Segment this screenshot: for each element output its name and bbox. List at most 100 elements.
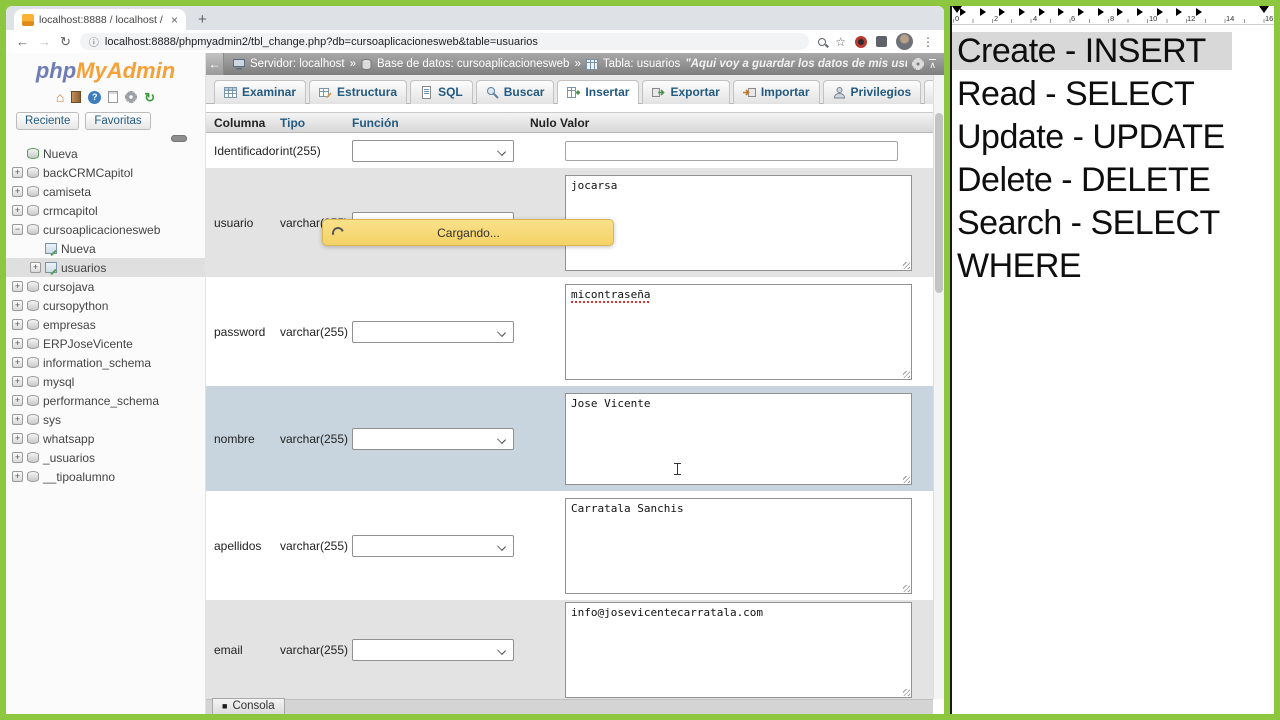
- breadcrumb-database[interactable]: Base de datos: cursoaplicacionesweb: [377, 58, 569, 70]
- tree-item-mysql[interactable]: + mysql: [6, 372, 205, 391]
- database-icon: [27, 395, 39, 406]
- tree-item-crmcapitol[interactable]: + crmcapitol: [6, 201, 205, 220]
- tab-sql[interactable]: SQL: [410, 80, 473, 104]
- value-textarea[interactable]: jocarsa: [565, 174, 912, 271]
- expand-icon[interactable]: +: [12, 452, 23, 463]
- header-tipo[interactable]: Tipo: [280, 116, 352, 130]
- expand-icon[interactable]: +: [12, 167, 23, 178]
- value-textarea[interactable]: micontraseña: [565, 283, 912, 380]
- expand-icon[interactable]: +: [12, 395, 23, 406]
- resize-grip-icon[interactable]: [903, 370, 910, 378]
- function-select[interactable]: [352, 139, 514, 162]
- value-textarea[interactable]: Carratala Sanchis: [565, 497, 912, 594]
- page-info-icon[interactable]: ⓘ: [89, 34, 99, 49]
- back-icon[interactable]: ←: [16, 35, 29, 48]
- note-line: Create - INSERT: [952, 30, 1274, 73]
- browser-menu-icon[interactable]: ⋮: [922, 35, 934, 49]
- expand-icon[interactable]: +: [12, 205, 23, 216]
- profile-avatar[interactable]: [896, 33, 913, 50]
- bookmark-star-icon[interactable]: ☆: [835, 36, 846, 48]
- tab-buscar[interactable]: Buscar: [475, 80, 555, 104]
- tree-item-usuarios[interactable]: + usuarios: [6, 258, 205, 277]
- expand-icon[interactable]: +: [12, 376, 23, 387]
- right-indent-marker[interactable]: [1259, 6, 1269, 13]
- tree-item-cursoaplicacionesweb[interactable]: − cursoaplicacionesweb: [6, 220, 205, 239]
- new-tab-button[interactable]: +: [198, 11, 207, 30]
- recent-button[interactable]: Reciente: [16, 112, 80, 130]
- favorites-button[interactable]: Favoritas: [85, 112, 151, 130]
- expand-icon[interactable]: +: [12, 357, 23, 368]
- home-icon[interactable]: ⌂: [56, 90, 64, 104]
- expand-icon[interactable]: +: [12, 281, 23, 292]
- tree-item-empresas[interactable]: + empresas: [6, 315, 205, 334]
- tree-item-information-schema[interactable]: + information_schema: [6, 353, 205, 372]
- tab-importar[interactable]: Importar: [732, 80, 820, 104]
- expand-icon[interactable]: +: [12, 319, 23, 330]
- forward-icon[interactable]: →: [38, 35, 51, 48]
- expand-icon[interactable]: +: [12, 433, 23, 444]
- tree-item-nueva-db[interactable]: Nueva: [6, 144, 205, 163]
- refresh-icon[interactable]: ↻: [144, 91, 155, 104]
- expand-icon[interactable]: +: [12, 414, 23, 425]
- tree-item-nueva-table[interactable]: Nueva: [6, 239, 205, 258]
- expand-icon[interactable]: +: [12, 186, 23, 197]
- phpmyadmin-logo[interactable]: phpMyAdmin: [6, 53, 205, 84]
- tree-item-cursojava[interactable]: + cursojava: [6, 277, 205, 296]
- expand-icon[interactable]: +: [12, 338, 23, 349]
- value-textarea[interactable]: Jose Vicente: [565, 392, 912, 485]
- logout-icon[interactable]: [71, 91, 82, 103]
- tab-close-icon[interactable]: ×: [171, 14, 178, 26]
- notes-panel[interactable]: 0 2 4 6 8 10 12 14 16 Create - INSERT Re…: [950, 6, 1274, 714]
- function-select[interactable]: [352, 534, 514, 557]
- tab-insertar[interactable]: Insertar: [557, 80, 640, 104]
- tree-item-cursopython[interactable]: + cursopython: [6, 296, 205, 315]
- tree-item-whatsapp[interactable]: + whatsapp: [6, 429, 205, 448]
- address-bar[interactable]: ⓘ localhost:8888/phpmyadmin2/tbl_change.…: [79, 33, 810, 50]
- function-select[interactable]: [352, 320, 514, 343]
- value-input[interactable]: [565, 140, 898, 161]
- docs-icon[interactable]: [108, 91, 119, 103]
- reload-icon[interactable]: ↻: [60, 35, 71, 48]
- zoom-icon[interactable]: [818, 37, 827, 46]
- resize-grip-icon[interactable]: [903, 475, 910, 483]
- tree-item-sys[interactable]: + sys: [6, 410, 205, 429]
- expand-icon[interactable]: +: [30, 262, 41, 273]
- expand-icon[interactable]: +: [12, 471, 23, 482]
- help-icon[interactable]: ?: [88, 90, 102, 104]
- extensions-puzzle-icon[interactable]: [876, 36, 887, 47]
- resize-grip-icon[interactable]: [903, 688, 910, 696]
- notes-text[interactable]: Create - INSERT Read - SELECT Update - U…: [952, 25, 1274, 288]
- function-select[interactable]: [352, 638, 514, 661]
- tab-estructura[interactable]: Estructura: [309, 80, 408, 104]
- sidebar-collapse-handle[interactable]: [171, 135, 187, 142]
- resize-grip-icon[interactable]: [903, 584, 910, 592]
- breadcrumb-table[interactable]: Tabla: usuarios: [603, 58, 680, 70]
- collapse-panel-icon[interactable]: ∧: [929, 58, 936, 70]
- breadcrumb-server[interactable]: Servidor: localhost: [250, 58, 345, 70]
- tab-privilegios[interactable]: Privilegios: [822, 80, 922, 104]
- import-icon: [742, 87, 756, 97]
- tree-item-erpjosevicente[interactable]: + ERPJoseVicente: [6, 334, 205, 353]
- header-funcion[interactable]: Función: [352, 116, 530, 130]
- breadcrumb-back-icon[interactable]: ←: [206, 53, 224, 75]
- extension-icon[interactable]: [855, 35, 867, 48]
- function-select[interactable]: [352, 427, 514, 450]
- tab-examinar[interactable]: Examinar: [214, 80, 307, 104]
- tab-stop-marker: [1078, 8, 1084, 16]
- tree-item--tipoalumno[interactable]: + __tipoalumno: [6, 467, 205, 486]
- tree-item-camiseta[interactable]: + camiseta: [6, 182, 205, 201]
- browser-tab[interactable]: localhost:8888 / localhost / cu ×: [14, 9, 186, 30]
- tree-item-backcrmcapitol[interactable]: + backCRMCapitol: [6, 163, 205, 182]
- scrollbar-thumb[interactable]: [935, 113, 943, 293]
- content-scrollbar[interactable]: [933, 75, 944, 699]
- console-tab[interactable]: ■ Consola: [212, 698, 285, 714]
- tree-item--usuarios[interactable]: + _usuarios: [6, 448, 205, 467]
- tab-exportar[interactable]: Exportar: [642, 80, 730, 104]
- tree-item-performance-schema[interactable]: + performance_schema: [6, 391, 205, 410]
- settings-gear-icon[interactable]: [125, 91, 138, 103]
- gear-icon[interactable]: [912, 58, 925, 70]
- collapse-icon[interactable]: −: [12, 224, 23, 235]
- expand-icon[interactable]: +: [12, 300, 23, 311]
- resize-grip-icon[interactable]: [903, 261, 910, 269]
- value-textarea[interactable]: info@josevicentecarratala.com: [565, 601, 912, 698]
